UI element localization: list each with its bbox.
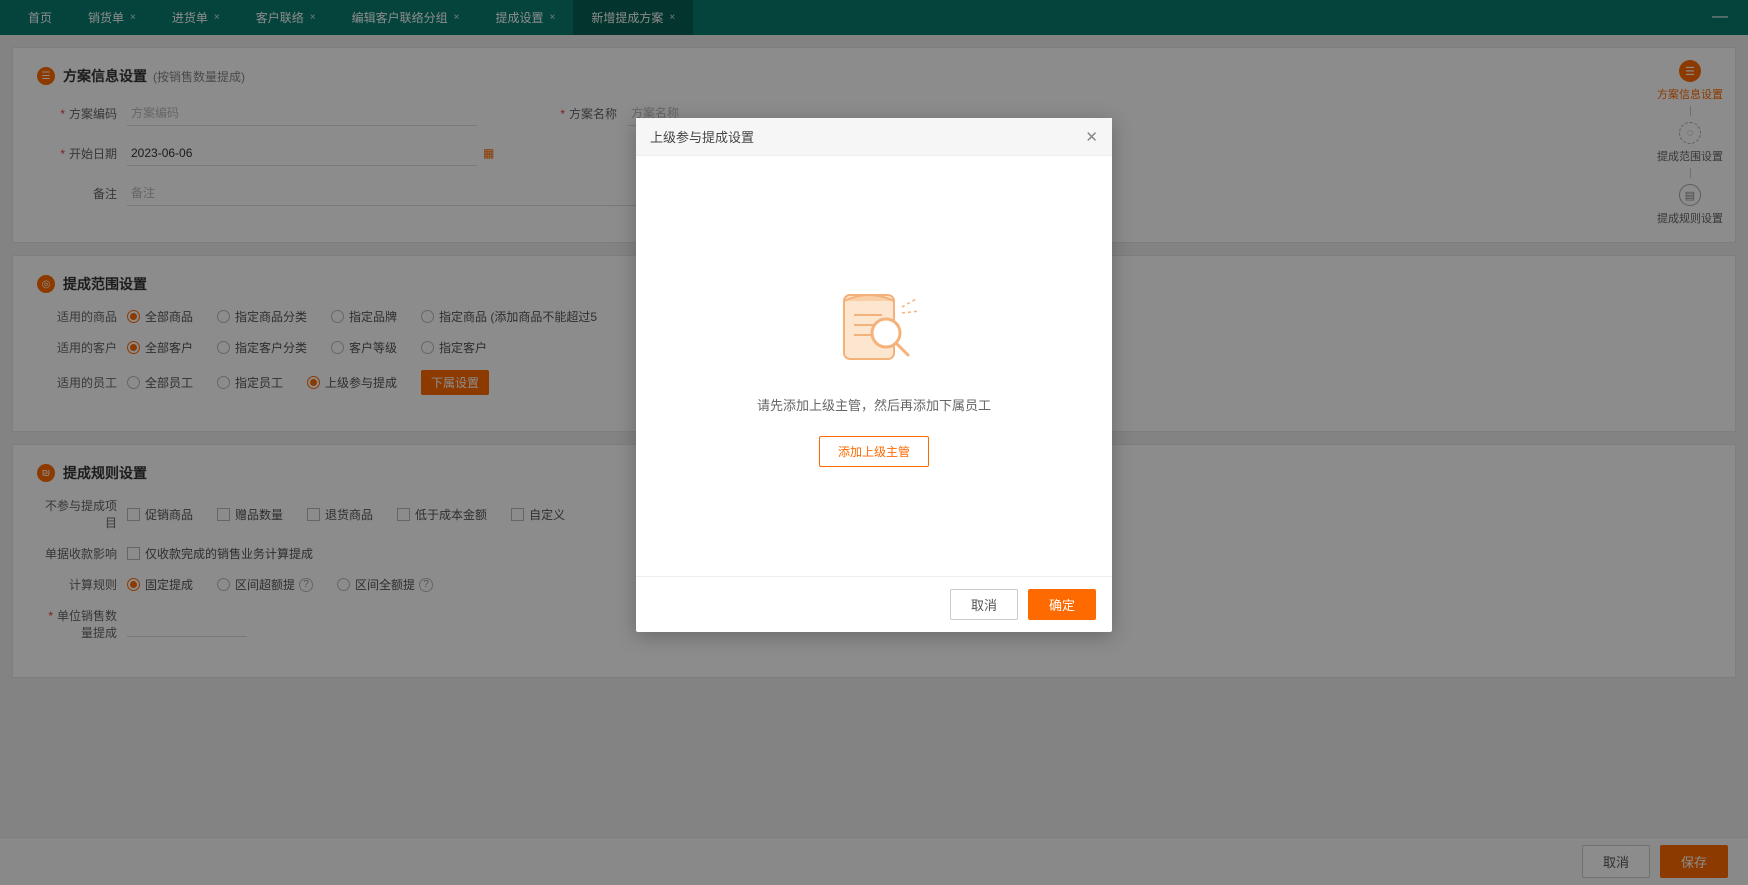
dialog-cancel-button[interactable]: 取消 bbox=[950, 589, 1018, 620]
add-superior-button[interactable]: 添加上级主管 bbox=[819, 436, 929, 467]
dialog-title: 上级参与提成设置 bbox=[650, 127, 754, 146]
dialog-footer: 取消 确定 bbox=[636, 576, 1112, 632]
empty-illustration bbox=[814, 275, 934, 375]
overlay: 上级参与提成设置 ✕ 请先添加上级主管，然后再添加下属员工 添加上级主管 bbox=[0, 0, 1748, 885]
dialog-ok-button[interactable]: 确定 bbox=[1028, 589, 1096, 620]
close-icon[interactable]: ✕ bbox=[1085, 128, 1098, 146]
dialog-superior-setting: 上级参与提成设置 ✕ 请先添加上级主管，然后再添加下属员工 添加上级主管 bbox=[636, 118, 1112, 632]
dialog-body: 请先添加上级主管，然后再添加下属员工 添加上级主管 bbox=[636, 156, 1112, 576]
dialog-message: 请先添加上级主管，然后再添加下属员工 bbox=[757, 395, 991, 414]
dialog-header: 上级参与提成设置 ✕ bbox=[636, 118, 1112, 156]
